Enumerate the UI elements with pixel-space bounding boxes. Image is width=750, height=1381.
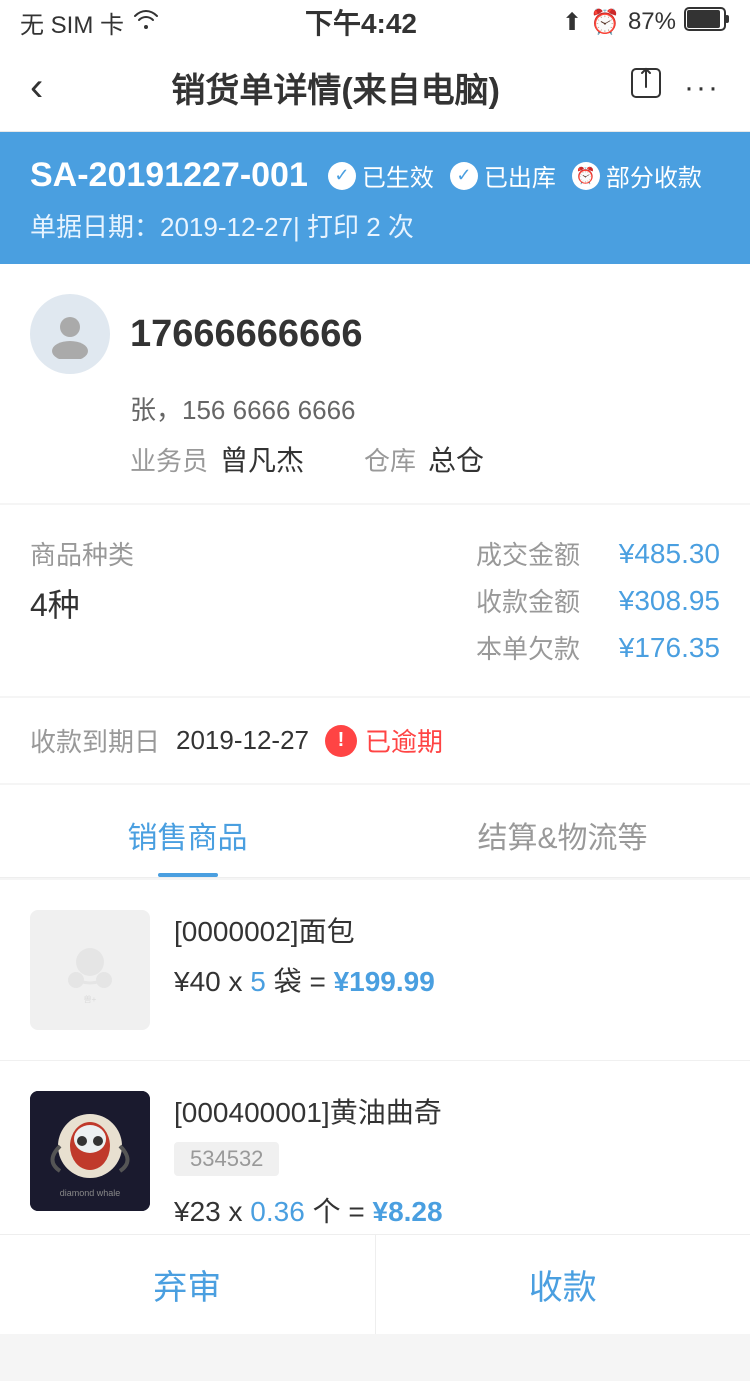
avatar [30, 294, 110, 374]
due-section: 收款到期日 2019-12-27 ! 已逾期 [0, 698, 750, 783]
tabs-row: 销售商品 结算&物流等 [0, 785, 750, 878]
received-row: 收款金额 ¥308.95 [476, 582, 720, 619]
salesperson-item: 业务员 曾凡杰 [130, 439, 304, 479]
battery-icon [684, 7, 730, 38]
battery-text: 87% [628, 8, 676, 36]
customer-info: 张，156 6666 6666 [30, 390, 720, 427]
warehouse-value: 总仓 [428, 439, 484, 479]
svg-text:diamond whale: diamond whale [60, 1188, 121, 1198]
owed-value: ¥176.35 [600, 632, 720, 664]
status-left: 无 SIM 卡 [20, 5, 160, 40]
badge-active: ✓ 已生效 [328, 158, 434, 193]
overdue-badge: ! 已逾期 [325, 722, 443, 759]
more-button[interactable]: ··· [684, 71, 720, 105]
product-thumbnail-2: diamond whale [30, 1091, 150, 1211]
product-name-1: [0000002]面包 [174, 910, 720, 950]
order-badges: ✓ 已生效 ✓ 已出库 ⏰ 部分收款 [328, 158, 702, 193]
product-list: 兽+ [0000002]面包 ¥40 x 5 袋 = ¥199.99 [0, 880, 750, 1261]
badge-shipped: ✓ 已出库 [450, 158, 556, 193]
amount-value: ¥485.30 [600, 538, 720, 570]
overdue-icon: ! [325, 725, 357, 757]
wifi-icon [132, 8, 160, 37]
list-item: diamond whale [000400001]黄油曲奇 534532 ¥23… [0, 1061, 750, 1261]
location-icon: ⬆ [562, 8, 582, 37]
customer-row: 17666666666 [30, 294, 720, 374]
warehouse-item: 仓库 总仓 [364, 439, 484, 479]
badge-partial: ⏰ 部分收款 [572, 158, 702, 193]
customer-section: 17666666666 张，156 6666 6666 业务员 曾凡杰 仓库 总… [0, 264, 750, 503]
back-button[interactable]: ‹ [30, 65, 43, 110]
received-value: ¥308.95 [600, 585, 720, 617]
status-time: 下午4:42 [305, 2, 417, 42]
svg-text:兽+: 兽+ [84, 994, 97, 1004]
bottom-bar: 弃审 收款 [0, 1234, 750, 1334]
amount-row: 成交金额 ¥485.30 [476, 535, 720, 572]
share-button[interactable] [628, 65, 664, 110]
customer-meta: 业务员 曾凡杰 仓库 总仓 [30, 439, 720, 479]
product-name-2: [000400001]黄油曲奇 [174, 1091, 720, 1131]
no-sim-text: 无 SIM 卡 [20, 5, 124, 40]
customer-phone: 17666666666 [130, 313, 362, 356]
nav-bar: ‹ 销货单详情(来自电脑) ··· [0, 44, 750, 132]
list-item: 兽+ [0000002]面包 ¥40 x 5 袋 = ¥199.99 [0, 880, 750, 1061]
product-price-row-1: ¥40 x 5 袋 = ¥199.99 [174, 960, 720, 1000]
product-sku-2: 534532 [174, 1142, 279, 1176]
salesperson-value: 曾凡杰 [220, 439, 304, 479]
summary-section: 商品种类 4种 成交金额 ¥485.30 收款金额 ¥308.95 本单欠款 ¥… [0, 505, 750, 696]
tabs-section: 销售商品 结算&物流等 [0, 785, 750, 878]
product-price-row-2: ¥23 x 0.36 个 = ¥8.28 [174, 1190, 720, 1230]
alarm-icon: ⏰ [590, 8, 620, 37]
tab-sales-products[interactable]: 销售商品 [0, 785, 375, 877]
due-date-value: 2019-12-27 [176, 725, 309, 756]
cancel-button[interactable]: 弃审 [0, 1235, 376, 1334]
product-info-2: [000400001]黄油曲奇 534532 ¥23 x 0.36 个 = ¥8… [174, 1091, 720, 1230]
owed-row: 本单欠款 ¥176.35 [476, 629, 720, 666]
order-header: SA-20191227-001 ✓ 已生效 ✓ 已出库 ⏰ 部分收款 单据日期：… [0, 132, 750, 264]
order-date: 单据日期：2019-12-27| 打印 2 次 [30, 207, 720, 244]
category-count: 4种 [30, 580, 134, 626]
confirm-button[interactable]: 收款 [376, 1235, 750, 1334]
summary-left: 商品种类 4种 [30, 535, 134, 626]
status-bar: 无 SIM 卡 下午4:42 ⬆ ⏰ 87% [0, 0, 750, 44]
check-icon-2: ✓ [450, 162, 478, 190]
tab-settlement[interactable]: 结算&物流等 [375, 785, 750, 877]
product-info-1: [0000002]面包 ¥40 x 5 袋 = ¥199.99 [174, 910, 720, 1000]
summary-right: 成交金额 ¥485.30 收款金额 ¥308.95 本单欠款 ¥176.35 [476, 535, 720, 666]
overdue-text: 已逾期 [365, 722, 443, 759]
check-icon: ✓ [328, 162, 356, 190]
page-title: 销货单详情(来自电脑) [171, 63, 500, 112]
status-right: ⬆ ⏰ 87% [562, 7, 730, 38]
product-thumbnail-1: 兽+ [30, 910, 150, 1030]
order-id: SA-20191227-001 [30, 156, 308, 195]
clock-icon: ⏰ [572, 162, 600, 190]
